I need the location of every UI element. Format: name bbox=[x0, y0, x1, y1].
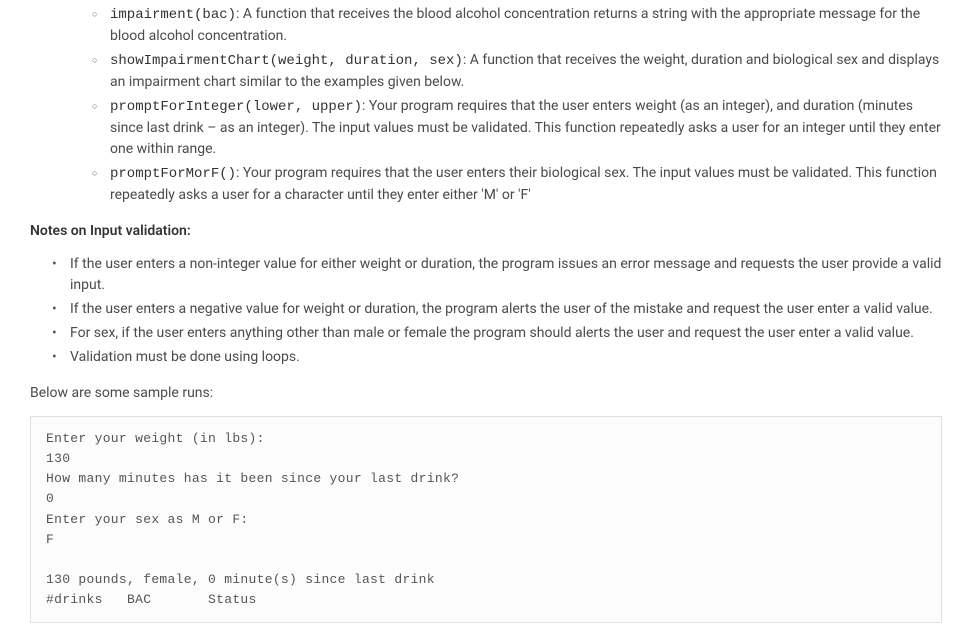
function-signature: promptForInteger(lower, upper) bbox=[110, 99, 362, 115]
function-item: impairment(bac): A function that receive… bbox=[110, 4, 942, 47]
validation-note: Validation must be done using loops. bbox=[70, 347, 942, 368]
validation-note: For sex, if the user enters anything oth… bbox=[70, 323, 942, 344]
function-signature: showImpairmentChart(weight, duration, se… bbox=[110, 53, 463, 69]
validation-note: If the user enters a negative value for … bbox=[70, 299, 942, 320]
sample-runs-label: Below are some sample runs: bbox=[30, 383, 942, 404]
function-item: promptForInteger(lower, upper): Your pro… bbox=[110, 96, 942, 160]
notes-header: Notes on Input validation: bbox=[30, 221, 942, 242]
function-signature: promptForMorF() bbox=[110, 166, 236, 182]
function-item: showImpairmentChart(weight, duration, se… bbox=[110, 50, 942, 93]
function-signature: impairment(bac) bbox=[110, 7, 236, 23]
function-item: promptForMorF(): Your program requires t… bbox=[110, 163, 942, 206]
validation-note: If the user enters a non-integer value f… bbox=[70, 254, 942, 296]
sample-run-output: Enter your weight (in lbs): 130 How many… bbox=[30, 416, 942, 623]
function-list: impairment(bac): A function that receive… bbox=[30, 4, 942, 206]
validation-notes-list: If the user enters a non-integer value f… bbox=[30, 254, 942, 368]
document-content: impairment(bac): A function that receive… bbox=[0, 0, 972, 633]
